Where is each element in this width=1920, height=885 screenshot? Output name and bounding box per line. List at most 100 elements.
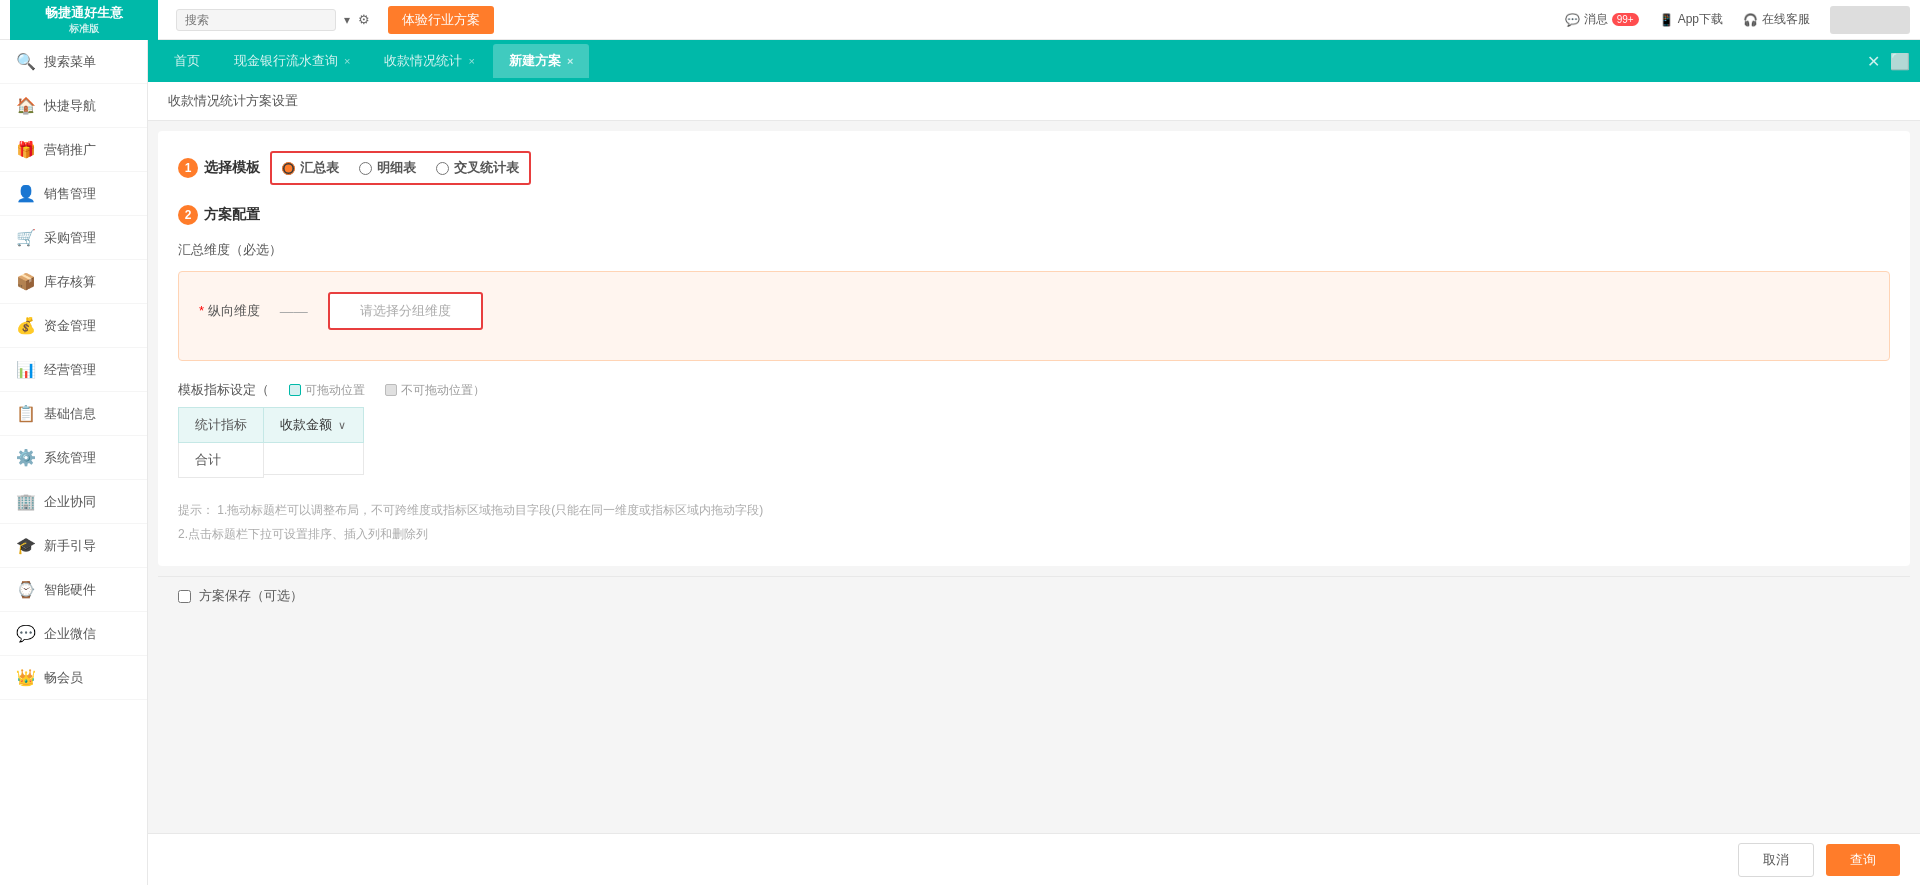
radio-cross-input[interactable] <box>436 162 449 175</box>
metrics-row-total: 合计 <box>178 443 264 478</box>
tab-bank-flow-close[interactable]: × <box>344 55 350 67</box>
tab-new-plan-label: 新建方案 <box>509 52 561 70</box>
tab-home-label: 首页 <box>174 52 200 70</box>
footer-section: 方案保存（可选） <box>158 576 1910 615</box>
query-button[interactable]: 查询 <box>1826 844 1900 876</box>
tab-collection-close[interactable]: × <box>468 55 474 67</box>
radio-detail[interactable]: 明细表 <box>359 159 416 177</box>
metrics-title: 模板指标设定（ <box>178 381 269 399</box>
trial-button[interactable]: 体验行业方案 <box>388 6 494 34</box>
header-left: 畅捷通好生意 标准版 ▾ ⚙ 体验行业方案 <box>10 0 494 40</box>
download-label: App下载 <box>1678 11 1723 28</box>
dropdown-icon[interactable]: ▾ <box>344 13 350 27</box>
content-area: 首页 现金银行流水查询 × 收款情况统计 × 新建方案 × ✕ ⬜ <box>148 40 1920 885</box>
support-button[interactable]: 🎧 在线客服 <box>1743 11 1810 28</box>
radio-cross[interactable]: 交叉统计表 <box>436 159 519 177</box>
support-label: 在线客服 <box>1762 11 1810 28</box>
sidebar-item-system[interactable]: ⚙️ 系统管理 <box>0 436 147 480</box>
tab-bank-flow[interactable]: 现金银行流水查询 × <box>218 44 366 78</box>
sidebar-label-basic: 基础信息 <box>44 405 96 423</box>
tab-new-plan-close[interactable]: × <box>567 55 573 67</box>
sidebar-label-inventory: 库存核算 <box>44 273 96 291</box>
avatar[interactable] <box>1830 6 1910 34</box>
bottom-action-bar: 取消 查询 <box>148 833 1920 885</box>
tab-collection-stats[interactable]: 收款情况统计 × <box>368 44 490 78</box>
sidebar-item-basic-info[interactable]: 📋 基础信息 <box>0 392 147 436</box>
clipboard-icon: 📋 <box>16 404 36 423</box>
sidebar-item-search-menu[interactable]: 🔍 搜索菜单 <box>0 40 147 84</box>
metrics-col-header[interactable]: 收款金额 ∨ <box>264 407 364 443</box>
sidebar-item-operations[interactable]: 📊 经营管理 <box>0 348 147 392</box>
movable-dot <box>289 384 301 396</box>
step1-badge: 1 <box>178 158 198 178</box>
sidebar-item-smart-hw[interactable]: ⌚ 智能硬件 <box>0 568 147 612</box>
tab-collection-stats-label: 收款情况统计 <box>384 52 462 70</box>
radio-summary-input[interactable] <box>282 162 295 175</box>
box-icon: 📦 <box>16 272 36 291</box>
sidebar-label-beginner: 新手引导 <box>44 537 96 555</box>
tab-bar-actions: ✕ ⬜ <box>1867 52 1910 71</box>
vertical-label-text: 纵向维度 <box>208 303 260 318</box>
dimension-select-box[interactable]: 请选择分组维度 <box>328 292 483 330</box>
sidebar-item-enterprise-coop[interactable]: 🏢 企业协同 <box>0 480 147 524</box>
radio-detail-input[interactable] <box>359 162 372 175</box>
radio-detail-label: 明细表 <box>377 159 416 177</box>
close-window-button[interactable]: ✕ <box>1867 52 1880 71</box>
gear-icon: ⚙️ <box>16 448 36 467</box>
search-icon: 🔍 <box>16 52 36 71</box>
metrics-table-wrapper: 统计指标 合计 收款金额 ∨ <box>178 407 1890 478</box>
download-icon: 📱 <box>1659 13 1674 27</box>
step2-badge: 2 <box>178 205 198 225</box>
message-label: 消息 <box>1584 11 1608 28</box>
radio-summary[interactable]: 汇总表 <box>282 159 339 177</box>
message-icon: 💬 <box>1565 13 1580 27</box>
sidebar-label-member: 畅会员 <box>44 669 83 687</box>
tab-new-plan[interactable]: 新建方案 × <box>493 44 589 78</box>
fixed-hint: 不可拖动位置） <box>385 382 485 399</box>
sidebar-label-funds: 资金管理 <box>44 317 96 335</box>
tab-bar: 首页 现金银行流水查询 × 收款情况统计 × 新建方案 × ✕ ⬜ <box>148 40 1920 82</box>
cancel-button[interactable]: 取消 <box>1738 843 1814 877</box>
vertical-dimension-label: * 纵向维度 <box>199 302 260 320</box>
tip-line2: 2.点击标题栏下拉可设置排序、插入列和删除列 <box>178 522 1890 546</box>
radio-summary-label: 汇总表 <box>300 159 339 177</box>
page-title: 收款情况统计方案设置 <box>168 93 298 108</box>
main-layout: 🔍 搜索菜单 🏠 快捷导航 🎁 营销推广 👤 销售管理 🛒 采购管理 📦 库存核… <box>0 40 1920 885</box>
search-input[interactable] <box>176 9 336 31</box>
dimension-section-title: 汇总维度（必选） <box>178 241 1890 259</box>
sidebar-label-quick: 快捷导航 <box>44 97 96 115</box>
maximize-button[interactable]: ⬜ <box>1890 52 1910 71</box>
settings-icon[interactable]: ⚙ <box>358 12 370 27</box>
sidebar-item-enterprise-wechat[interactable]: 💬 企业微信 <box>0 612 147 656</box>
sidebar-item-inventory[interactable]: 📦 库存核算 <box>0 260 147 304</box>
sidebar-item-purchase[interactable]: 🛒 采购管理 <box>0 216 147 260</box>
save-checkbox[interactable] <box>178 590 191 603</box>
gift-icon: 🎁 <box>16 140 36 159</box>
col-chevron: ∨ <box>338 419 346 432</box>
tab-home[interactable]: 首页 <box>158 44 216 78</box>
sidebar-item-beginner[interactable]: 🎓 新手引导 <box>0 524 147 568</box>
sidebar-item-quick-nav[interactable]: 🏠 快捷导航 <box>0 84 147 128</box>
home-icon: 🏠 <box>16 96 36 115</box>
template-options: 汇总表 明细表 交叉统计表 <box>270 151 531 185</box>
dimension-container: * 纵向维度 —— 请选择分组维度 <box>178 271 1890 361</box>
chart-icon: 📊 <box>16 360 36 379</box>
sidebar-item-member[interactable]: 👑 畅会员 <box>0 656 147 700</box>
support-icon: 🎧 <box>1743 13 1758 27</box>
sidebar-item-marketing[interactable]: 🎁 营销推广 <box>0 128 147 172</box>
message-button[interactable]: 💬 消息 99+ <box>1565 11 1639 28</box>
form-section: 1 选择模板 汇总表 明细表 交叉统计表 <box>158 131 1910 566</box>
step2-header: 2 方案配置 <box>178 205 1890 225</box>
required-mark: * <box>199 303 204 318</box>
guide-icon: 🎓 <box>16 536 36 555</box>
sidebar-item-sales[interactable]: 👤 销售管理 <box>0 172 147 216</box>
tip-line1: 提示： 1.拖动标题栏可以调整布局，不可跨维度或指标区域拖动目字段(只能在同一维… <box>178 498 1890 522</box>
metrics-header: 模板指标设定（ 可拖动位置 不可拖动位置） <box>178 381 1890 399</box>
sidebar-label-smart: 智能硬件 <box>44 581 96 599</box>
download-button[interactable]: 📱 App下载 <box>1659 11 1723 28</box>
sidebar-item-funds[interactable]: 💰 资金管理 <box>0 304 147 348</box>
sidebar-label-system: 系统管理 <box>44 449 96 467</box>
sidebar: 🔍 搜索菜单 🏠 快捷导航 🎁 营销推广 👤 销售管理 🛒 采购管理 📦 库存核… <box>0 40 148 885</box>
step1-label: 选择模板 <box>204 159 260 177</box>
step1-header: 1 选择模板 汇总表 明细表 交叉统计表 <box>178 151 1890 185</box>
